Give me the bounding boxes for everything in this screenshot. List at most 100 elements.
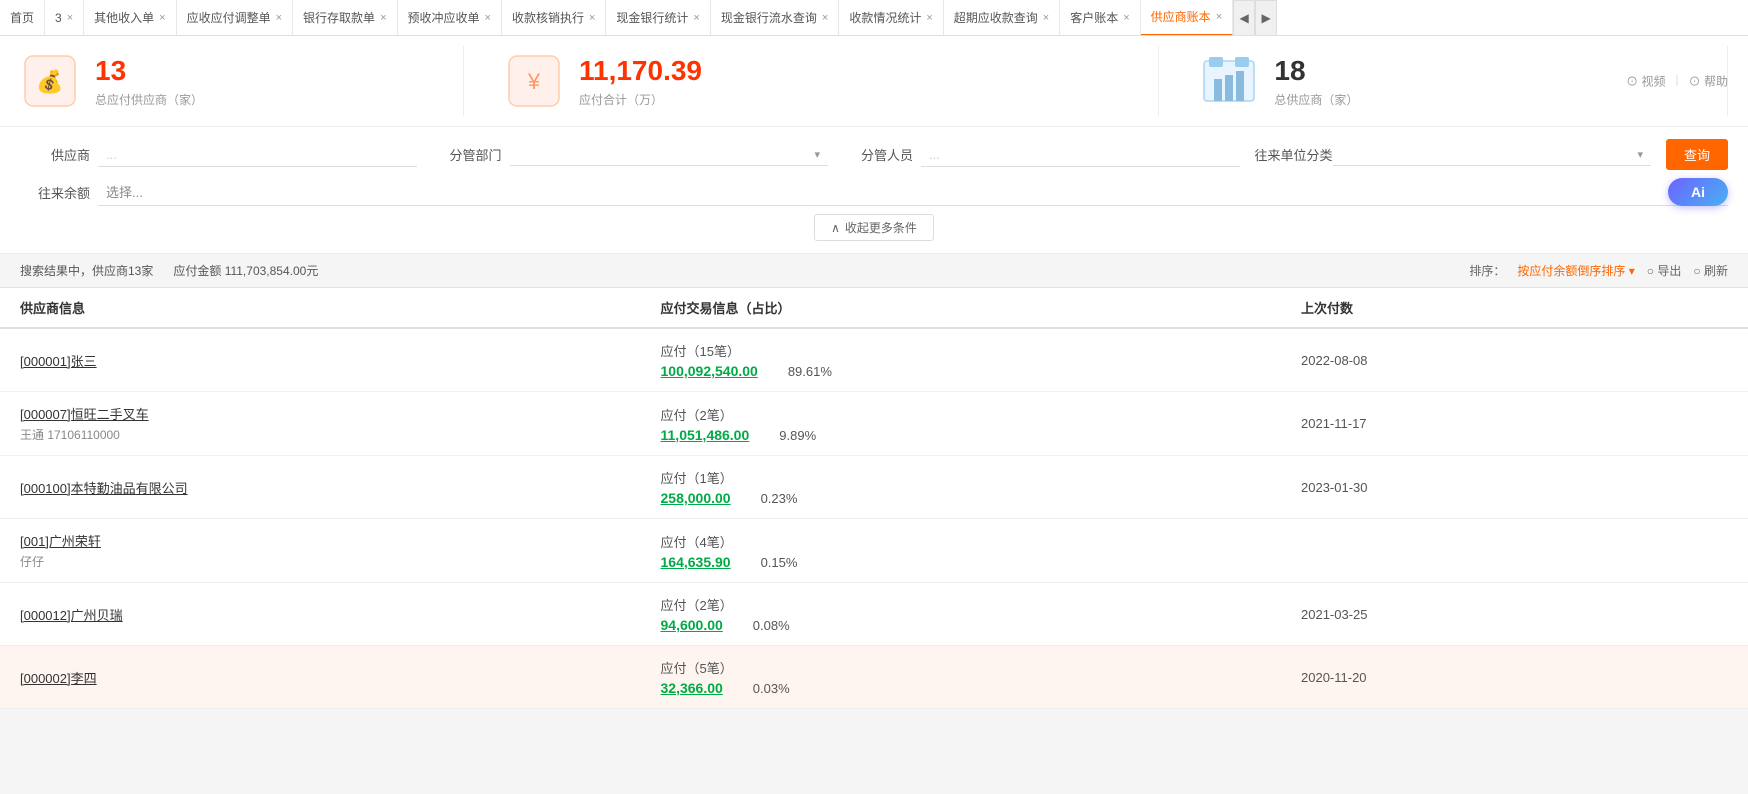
table-row: [000002]李四 应付（5笔） 32,366.00 0.03% 2020-1…	[0, 646, 1748, 709]
tx-label: 应付（2笔）	[661, 405, 1302, 424]
close-icon[interactable]: ×	[380, 12, 386, 24]
total-supplier-icon	[1199, 51, 1259, 111]
supplier-cell: [001]广州荣轩 仔仔	[20, 531, 661, 570]
supplier-link[interactable]: [001]广州荣轩	[20, 531, 661, 550]
table-header: 供应商信息 应付交易信息（占比） 上次付数	[0, 288, 1748, 329]
tx-amount-link[interactable]: 100,092,540.00	[661, 363, 758, 379]
export-button[interactable]: ○ 导出	[1647, 262, 1682, 279]
col-header-last-pay: 上次付数	[1301, 298, 1728, 317]
department-dropdown[interactable]: ▾	[510, 144, 829, 166]
nav-tab-advance-offset[interactable]: 预收冲应收单 ×	[398, 0, 502, 36]
supplier-cell: [000002]李四	[20, 668, 661, 687]
nav-tab-cash-bank-flow[interactable]: 现金银行流水查询 ×	[711, 0, 839, 36]
summary-card-total-supplier-content: 18 总供应商（家）	[1274, 54, 1358, 108]
help-link[interactable]: ⊙ 帮助	[1689, 73, 1728, 90]
col-header-supplier: 供应商信息	[20, 298, 661, 317]
close-icon[interactable]: ×	[589, 12, 595, 24]
tx-amount-link[interactable]: 164,635.90	[661, 554, 731, 570]
total-payable-icon: ¥	[504, 51, 564, 111]
supplier-sub: 仔仔	[20, 553, 661, 570]
transaction-cell: 应付（15笔） 100,092,540.00 89.61%	[661, 341, 1302, 379]
nav-tab-cash-bank-stats[interactable]: 现金银行统计 ×	[606, 0, 710, 36]
supplier-link[interactable]: [000007]恒旺二手叉车	[20, 404, 661, 423]
summary-card-total-content: 11,170.39 应付合计（万）	[579, 54, 702, 108]
close-icon[interactable]: ×	[159, 12, 165, 24]
last-pay-cell: 2021-03-25	[1301, 607, 1728, 622]
refresh-icon: ○	[1693, 264, 1700, 278]
nav-next-arrow[interactable]: ▶	[1255, 0, 1277, 36]
video-link[interactable]: ⊙ 视频	[1626, 73, 1665, 90]
close-icon[interactable]: ×	[67, 12, 73, 24]
supplier-link[interactable]: [000012]广州贝瑞	[20, 605, 661, 624]
close-icon[interactable]: ×	[926, 12, 932, 24]
filter-area: 供应商 分管部门 ▾ 分管人员 往来单位分类 ▾ 查询	[0, 127, 1748, 254]
supplier-cell: [000001]张三	[20, 351, 661, 370]
table-row: [001]广州荣轩 仔仔 应付（4笔） 164,635.90 0.15%	[0, 519, 1748, 583]
sort-select[interactable]: 按应付余额倒序排序 ▾	[1517, 262, 1634, 279]
result-summary: 搜索结果中，供应商13家 应付金额 111,703,854.00元	[20, 262, 318, 279]
nav-tab-3[interactable]: 3 ×	[45, 0, 84, 36]
nav-tab-ar-ap-adjust[interactable]: 应收应付调整单 ×	[177, 0, 293, 36]
nav-prev-arrow[interactable]: ◀	[1233, 0, 1255, 36]
transaction-cell: 应付（2笔） 94,600.00 0.08%	[661, 595, 1302, 633]
close-icon[interactable]: ×	[693, 12, 699, 24]
supplier-cell: [000100]本特勤油品有限公司	[20, 478, 661, 497]
help-icon: ⊙	[1689, 75, 1701, 89]
filter-row-1: 供应商 分管部门 ▾ 分管人员 往来单位分类 ▾ 查询	[20, 139, 1728, 170]
table-row: [000001]张三 应付（15笔） 100,092,540.00 89.61%…	[0, 329, 1748, 392]
svg-text:💰: 💰	[36, 69, 63, 95]
transaction-cell: 应付（5笔） 32,366.00 0.03%	[661, 658, 1302, 696]
collapse-icon: ∧	[831, 221, 840, 235]
tx-percent: 9.89%	[779, 428, 816, 443]
nav-tab-collection-exec[interactable]: 收款核销执行 ×	[502, 0, 606, 36]
tx-amount-link[interactable]: 94,600.00	[661, 617, 723, 633]
sort-label: 排序：	[1469, 262, 1505, 279]
close-icon[interactable]: ×	[1043, 12, 1049, 24]
filter-row-2: 往来余额 选择... ▾	[20, 178, 1728, 206]
summary-card-total-payable: ¥ 11,170.39 应付合计（万）	[464, 46, 1159, 116]
tx-label: 应付（15笔）	[661, 341, 1302, 360]
supplier-link[interactable]: [000001]张三	[20, 351, 661, 370]
table-row: [000012]广州贝瑞 应付（2笔） 94,600.00 0.08% 2021…	[0, 583, 1748, 646]
search-button[interactable]: 查询	[1666, 139, 1728, 170]
data-table: 供应商信息 应付交易信息（占比） 上次付数 [000001]张三 应付（15笔）…	[0, 288, 1748, 709]
last-pay-cell: 2022-08-08	[1301, 353, 1728, 368]
transaction-cell: 应付（2笔） 11,051,486.00 9.89%	[661, 405, 1302, 443]
supplier-sub: 王通 17106110000	[20, 426, 661, 443]
top-navigation: 首页 3 × 其他收入单 × 应收应付调整单 × 银行存取款单 × 预收冲应收单…	[0, 0, 1748, 36]
tx-amount-link[interactable]: 258,000.00	[661, 490, 731, 506]
nav-tab-supplier-ledger[interactable]: 供应商账本 ×	[1141, 0, 1233, 36]
close-icon[interactable]: ×	[822, 12, 828, 24]
close-icon[interactable]: ×	[1216, 11, 1222, 23]
collapse-button[interactable]: ∧ 收起更多条件	[814, 214, 934, 241]
close-icon[interactable]: ×	[485, 12, 491, 24]
transaction-cell: 应付（1笔） 258,000.00 0.23%	[661, 468, 1302, 506]
last-pay-cell: 2020-11-20	[1301, 670, 1728, 685]
nav-tab-other-income[interactable]: 其他收入单 ×	[84, 0, 176, 36]
nav-tab-customer-ledger[interactable]: 客户账本 ×	[1060, 0, 1140, 36]
supplier-link[interactable]: [000002]李四	[20, 668, 661, 687]
tx-amount-link[interactable]: 32,366.00	[661, 680, 723, 696]
supplier-link[interactable]: [000100]本特勤油品有限公司	[20, 478, 661, 497]
category-dropdown[interactable]: ▾	[1333, 144, 1652, 166]
category-filter: 往来单位分类 ▾	[1255, 144, 1652, 166]
tx-percent: 0.15%	[761, 555, 798, 570]
balance-dropdown[interactable]: 选择... ▾	[98, 178, 1728, 206]
table-row: [000100]本特勤油品有限公司 应付（1笔） 258,000.00 0.23…	[0, 456, 1748, 519]
nav-tab-bank-deposit[interactable]: 银行存取款单 ×	[293, 0, 397, 36]
tx-label: 应付（4笔）	[661, 532, 1302, 551]
tx-amount-link[interactable]: 11,051,486.00	[661, 427, 750, 443]
person-input[interactable]	[921, 143, 1240, 167]
last-pay-cell: 2023-01-30	[1301, 480, 1728, 495]
result-bar: 搜索结果中，供应商13家 应付金额 111,703,854.00元 排序： 按应…	[0, 254, 1748, 288]
close-icon[interactable]: ×	[1123, 12, 1129, 24]
video-icon: ⊙	[1626, 75, 1638, 89]
col-header-transaction: 应付交易信息（占比）	[661, 298, 1302, 317]
refresh-button[interactable]: ○ 刷新	[1693, 262, 1728, 279]
nav-tab-collection-stats[interactable]: 收款情况统计 ×	[839, 0, 943, 36]
nav-tab-overdue-ar[interactable]: 超期应收款查询 ×	[944, 0, 1060, 36]
supplier-input[interactable]	[98, 143, 417, 167]
nav-tab-home[interactable]: 首页	[0, 0, 45, 36]
ai-assistant-button[interactable]: Ai	[1668, 178, 1728, 206]
close-icon[interactable]: ×	[276, 12, 282, 24]
